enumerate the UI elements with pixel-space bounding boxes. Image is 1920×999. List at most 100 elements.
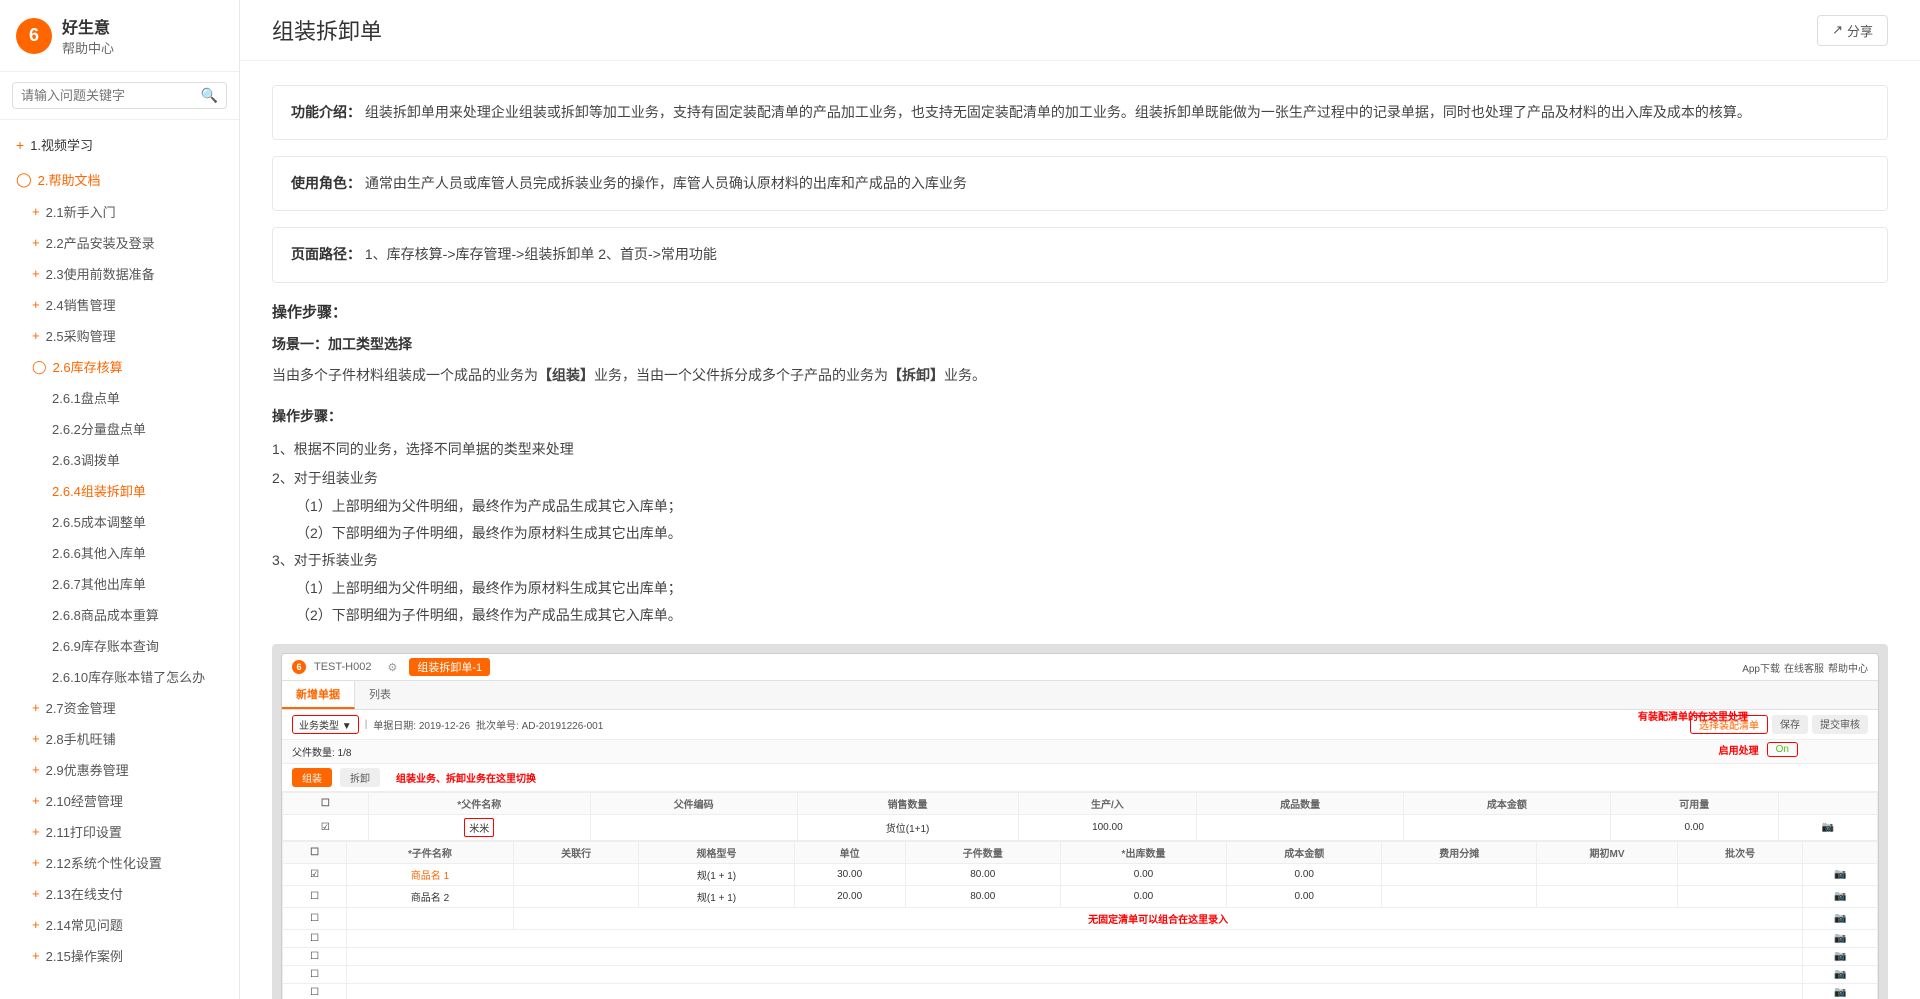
sidebar-item-mgmt[interactable]: + 2.10经营管理 (24, 785, 239, 816)
std-name3 (347, 908, 513, 930)
mock-type-select: 业务类型 ▼ (292, 715, 359, 734)
sidebar-item-mobile[interactable]: + 2.8手机旺铺 (24, 723, 239, 754)
annotation-2: 组装业务、拆卸业务在这里切换 (396, 770, 536, 785)
sidebar-item-system[interactable]: + 2.12系统个性化设置 (24, 847, 239, 878)
label-stocktake2: 2.6.2分量盘点单 (52, 419, 146, 438)
share-button[interactable]: ↗ 分享 (1817, 15, 1888, 46)
sidebar-item-out[interactable]: 2.6.7其他出库单 (32, 568, 239, 599)
logo-area: 6 好生意 帮助中心 (0, 0, 239, 72)
scene1-desc: 当由多个子件材料组装成一个成品的业务为【组装】业务，当由一个父件拆分成多个子产品… (272, 362, 1888, 389)
sidebar-item-install[interactable]: + 2.2产品安装及登录 (24, 227, 239, 258)
sidebar-item-in[interactable]: 2.6.6其他入库单 (32, 537, 239, 568)
sidebar-item-assemble[interactable]: 2.6.4组装拆卸单 (32, 475, 239, 506)
path-block: 页面路径： 1、库存核算->库存管理->组装拆卸单 2、首页->常用功能 (272, 227, 1888, 282)
sth-alloc: 费用分摊 (1382, 842, 1537, 864)
mock-type-row: 组装 拆卸 组装业务、拆卸业务在这里切换 (282, 764, 1878, 792)
sidebar-item-print[interactable]: + 2.11打印设置 (24, 816, 239, 847)
std-act1: 📷 (1803, 864, 1878, 886)
mock-select-bom[interactable]: 选择装配清单 (1690, 715, 1768, 734)
expand-icon-install: + (32, 235, 40, 250)
th-cost: 成本金额 (1404, 793, 1611, 815)
sidebar-item-online[interactable]: + 2.13在线支付 (24, 878, 239, 909)
label-system: 2.12系统个性化设置 (46, 853, 162, 872)
mock-parent-tbody: ☑ 米米 货位(1+1) 100.00 0.00 (283, 815, 1878, 841)
th-name: *父件名称 (368, 793, 590, 815)
annotation-3: 启用处理 (1719, 742, 1759, 757)
sidebar-item-ledger[interactable]: 2.6.9库存账本查询 (32, 630, 239, 661)
mock-sub-toolbar: 父件数量: 1/8 启用处理 On (282, 740, 1878, 764)
annotation-3-group: 启用处理 On (1719, 742, 1798, 757)
sidebar-item-cost[interactable]: 2.6.5成本调整单 (32, 506, 239, 537)
intro-block: 功能介绍： 组装拆卸单用来处理企业组装或拆卸等加工业务，支持有固定装配清单的产品… (272, 85, 1888, 140)
sidebar-item-coupon[interactable]: + 2.9优惠券管理 (24, 754, 239, 785)
nav-section-help: ◯ 2.帮助文档 + 2.1新手入门 + 2.2产品安装及登录 + 2.3使用前… (0, 163, 239, 971)
sidebar-item-error[interactable]: 2.6.10库存账本错了怎么办 (32, 661, 239, 692)
expand-icon-mgmt: + (32, 793, 40, 808)
sidebar-item-sales[interactable]: + 2.4销售管理 (24, 289, 239, 320)
td-prod1: 100.00 (1018, 815, 1197, 841)
mock-assemble-btn[interactable]: 组装 (292, 768, 332, 787)
std-act4: 📷 (1803, 930, 1878, 948)
td-cost1 (1404, 815, 1611, 841)
sidebar-item-video[interactable]: + 1.视频学习 (0, 128, 239, 161)
td-qty1 (1197, 815, 1404, 841)
sidebar-item-adjust[interactable]: 2.6.3调拨单 (32, 444, 239, 475)
label-faq: 2.14常见问题 (46, 915, 123, 934)
label-install: 2.2产品安装及登录 (46, 233, 155, 252)
sidebar-item-prodcost[interactable]: 2.6.8商品成本重算 (32, 599, 239, 630)
mock-date: 单据日期: 2019-12-26 (373, 717, 470, 732)
sidebar-item-inventory[interactable]: ◯ 2.6库存核算 (24, 351, 239, 382)
table-row: ☐ 无固定清单可以组合在这里录入 📷 (283, 908, 1878, 930)
th-prod: 生产/入 (1018, 793, 1197, 815)
std-act3: 📷 (1803, 908, 1878, 930)
label-error: 2.6.10库存账本错了怎么办 (52, 667, 205, 686)
std-spec2: 规(1 + 1) (639, 886, 794, 908)
expand-icon-sales: + (32, 297, 40, 312)
mock-disassemble-btn[interactable]: 拆卸 (340, 768, 380, 787)
table-row: ☐ 📷 (283, 948, 1878, 966)
std-act6: 📷 (1803, 966, 1878, 984)
search-box[interactable]: 🔍 (12, 82, 227, 109)
td-avail1: 0.00 (1610, 815, 1778, 841)
step-3-2: （2）下部明细为子件明细，最终作为产成品生成其它入库单。 (296, 602, 1888, 629)
sidebar-item-new[interactable]: + 2.1新手入门 (24, 196, 239, 227)
sidebar-item-faq[interactable]: + 2.14常见问题 (24, 909, 239, 940)
std-act7: 📷 (1803, 984, 1878, 999)
td-name1-val: 米米 (464, 818, 494, 837)
std-cb1: ☑ (283, 864, 347, 886)
sth-action (1803, 842, 1878, 864)
annotation-4: 无固定清单可以组合在这里录入 (1088, 915, 1228, 926)
std-act5: 📷 (1803, 948, 1878, 966)
std-annotation4-cell: 无固定清单可以组合在这里录入 (513, 908, 1803, 930)
sidebar-item-prepare[interactable]: + 2.3使用前数据准备 (24, 258, 239, 289)
th-checkbox: ☐ (283, 793, 369, 815)
sidebar-item-cases[interactable]: + 2.15操作案例 (24, 940, 239, 971)
expand-icon-new: + (32, 204, 40, 219)
sth-spec: 规格型号 (639, 842, 794, 864)
std-rel1 (513, 864, 639, 886)
label-mgmt: 2.10经营管理 (46, 791, 123, 810)
std-alloc1 (1382, 864, 1537, 886)
search-input[interactable] (21, 88, 201, 103)
step-2-2: （2）下部明细为子件明细，最终作为原材料生成其它出库单。 (296, 520, 1888, 547)
th-qty: 成品数量 (1197, 793, 1404, 815)
sidebar-item-label-help: 2.帮助文档 (38, 170, 101, 189)
std-alloc2 (1382, 886, 1537, 908)
label-cases: 2.15操作案例 (46, 946, 123, 965)
std-cb4: ☐ (283, 930, 347, 948)
std-unit2: 20.00 (794, 886, 905, 908)
search-icon[interactable]: 🔍 (201, 87, 218, 104)
expand-icon-print: + (32, 824, 40, 839)
sidebar-item-purchase[interactable]: + 2.5采购管理 (24, 320, 239, 351)
logo-subtitle: 帮助中心 (62, 38, 114, 57)
sidebar-item-help[interactable]: ◯ 2.帮助文档 (0, 163, 239, 196)
label-sales: 2.4销售管理 (46, 295, 116, 314)
mock-top-right: App下载在线客服帮助中心 (1742, 660, 1868, 675)
logo-icon: 6 (16, 18, 52, 54)
sidebar-item-stocktake2[interactable]: 2.6.2分量盘点单 (32, 413, 239, 444)
table-row: ☐ 📷 (283, 966, 1878, 984)
sidebar-item-fund[interactable]: + 2.7资金管理 (24, 692, 239, 723)
mock-parent-table-wrap: ☐ *父件名称 父件编码 销售数量 生产/入 成品数量 成本金额 可用量 (282, 792, 1878, 841)
sidebar-item-stocktake[interactable]: 2.6.1盘点单 (32, 382, 239, 413)
sidebar-item-label-video: 1.视频学习 (30, 135, 93, 154)
